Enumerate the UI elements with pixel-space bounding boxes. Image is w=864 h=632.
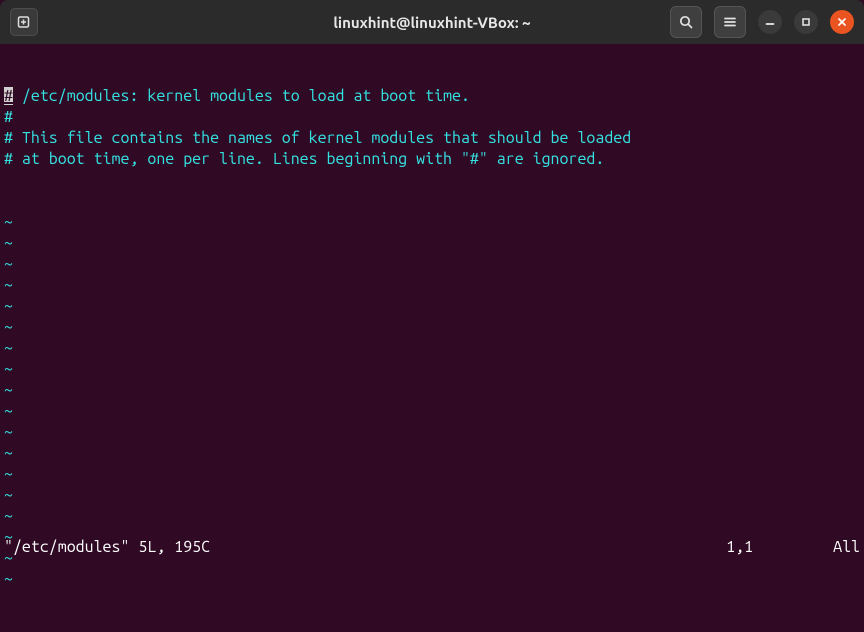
empty-line-tilde: ~ xyxy=(0,506,864,527)
empty-line-tilde: ~ xyxy=(0,359,864,380)
menu-button[interactable] xyxy=(714,6,746,38)
empty-line-tilde: ~ xyxy=(0,275,864,296)
close-button[interactable] xyxy=(830,10,854,34)
titlebar-left xyxy=(10,8,38,36)
cursor-cell: # xyxy=(4,87,13,105)
close-icon xyxy=(836,16,848,28)
new-tab-button[interactable] xyxy=(10,8,38,36)
empty-line-tilde: ~ xyxy=(0,338,864,359)
search-button[interactable] xyxy=(670,6,702,38)
titlebar-right xyxy=(670,6,854,38)
empty-line-tilde: ~ xyxy=(0,422,864,443)
content-line: # /etc/modules: kernel modules to load a… xyxy=(4,86,864,107)
minimize-icon xyxy=(764,16,776,28)
vim-status-line: "/etc/modules" 5L, 195C 1,1 All xyxy=(0,537,864,560)
empty-line-tilde: ~ xyxy=(0,212,864,233)
minimize-button[interactable] xyxy=(758,10,782,34)
content-line: # at boot time, one per line. Lines begi… xyxy=(4,149,864,170)
content-line: # xyxy=(4,107,864,128)
empty-line-tilde: ~ xyxy=(0,443,864,464)
empty-line-tilde: ~ xyxy=(0,296,864,317)
empty-line-tilde: ~ xyxy=(0,380,864,401)
titlebar: linuxhint@linuxhint-VBox: ~ xyxy=(0,0,864,44)
terminal-viewport[interactable]: # /etc/modules: kernel modules to load a… xyxy=(0,44,864,560)
empty-line-tilde: ~ xyxy=(0,401,864,422)
status-scroll-indicator: All xyxy=(833,537,860,558)
new-tab-icon xyxy=(16,14,32,30)
content-line: # This file contains the names of kernel… xyxy=(4,128,864,149)
tilde-lines: ~~~~~~~~~~~~~~~~~~ xyxy=(0,212,864,590)
search-icon xyxy=(678,14,694,30)
empty-line-tilde: ~ xyxy=(0,254,864,275)
editor-content: # /etc/modules: kernel modules to load a… xyxy=(0,86,864,170)
empty-line-tilde: ~ xyxy=(0,569,864,590)
empty-line-tilde: ~ xyxy=(0,317,864,338)
hamburger-icon xyxy=(722,14,738,30)
maximize-button[interactable] xyxy=(794,10,818,34)
empty-line-tilde: ~ xyxy=(0,233,864,254)
status-filename: "/etc/modules" 5L, 195C xyxy=(4,537,210,558)
empty-line-tilde: ~ xyxy=(0,485,864,506)
window-title: linuxhint@linuxhint-VBox: ~ xyxy=(333,14,530,31)
status-cursor-position: 1,1 xyxy=(726,537,753,558)
empty-line-tilde: ~ xyxy=(0,464,864,485)
maximize-icon xyxy=(800,16,812,28)
